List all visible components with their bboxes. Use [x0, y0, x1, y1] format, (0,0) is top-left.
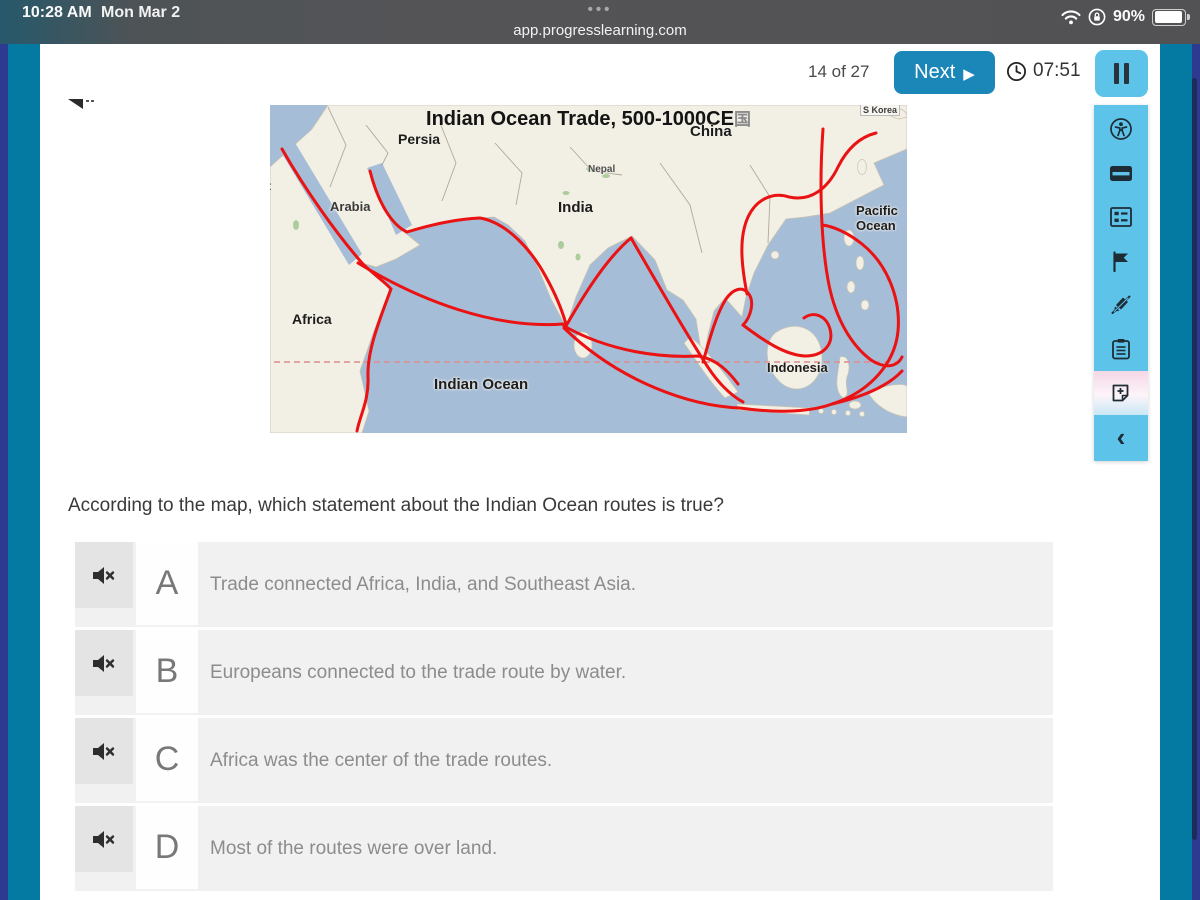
timer: 07:51 — [1006, 60, 1081, 82]
map-label-india: India — [558, 199, 594, 216]
pause-icon — [1114, 63, 1119, 84]
address-bar-url[interactable]: app.progresslearning.com — [0, 22, 1200, 39]
answer-text: Trade connected Africa, India, and South… — [210, 573, 637, 595]
answer-row-d[interactable]: D Most of the routes were over land. — [75, 806, 1053, 891]
answer-text: Africa was the center of the trade route… — [210, 749, 553, 771]
clipboard-icon — [1112, 339, 1130, 360]
form-list-icon — [1110, 207, 1132, 227]
accessibility-tool-button[interactable] — [1094, 107, 1148, 151]
next-button-label: Next — [914, 61, 956, 83]
map-label-china: China — [690, 123, 732, 140]
wifi-icon — [1061, 10, 1081, 25]
flag-icon — [1113, 250, 1128, 272]
chevron-left-icon: ‹ — [1116, 422, 1126, 452]
answer-row-a[interactable]: A Trade connected Africa, India, and Sou… — [75, 542, 1053, 627]
map-label-indian-ocean: Indian Ocean — [434, 376, 529, 393]
mute-audio-button[interactable] — [75, 630, 133, 696]
map-cjk-label: 国 — [733, 110, 751, 129]
answer-row-c[interactable]: C Africa was the center of the trade rou… — [75, 718, 1053, 803]
map-label-africa: Africa — [292, 311, 332, 327]
notepad-button[interactable] — [1094, 327, 1148, 371]
map-label-s-korea: S Korea — [860, 105, 901, 116]
add-note-button[interactable] — [1094, 371, 1148, 415]
battery-icon — [1152, 8, 1190, 26]
answer-options: A Trade connected Africa, India, and Sou… — [75, 542, 1053, 894]
accessibility-icon — [1110, 118, 1132, 140]
map-label-arabia: Arabia — [330, 199, 371, 214]
collapse-sidebar-button[interactable]: ‹ — [1094, 415, 1148, 459]
battery-percent: 90% — [1112, 8, 1145, 25]
reference-sheet-button[interactable] — [1094, 195, 1148, 239]
pause-button[interactable] — [1095, 50, 1148, 97]
rotation-lock-icon — [1088, 8, 1106, 26]
answer-eliminator-button[interactable] — [1094, 151, 1148, 195]
highlighter-off-button[interactable] — [1094, 283, 1148, 327]
question-text: According to the map, which statement ab… — [68, 495, 724, 516]
play-arrow-icon: ▶ — [963, 65, 975, 83]
map-label-cutoff: t — [270, 179, 271, 193]
status-bar: 10:28 AM Mon Mar 2 ••• app.progresslearn… — [0, 0, 1200, 44]
page-border-left-outer — [0, 44, 8, 900]
page-border-left — [8, 44, 40, 900]
answer-text: Most of the routes were over land. — [210, 837, 498, 859]
add-note-icon — [1112, 384, 1128, 401]
tools-sidebar: ‹ — [1094, 105, 1148, 461]
flag-question-button[interactable] — [1094, 239, 1148, 283]
highlighter-slash-icon — [1111, 295, 1131, 314]
muted-speaker-icon — [93, 566, 115, 584]
tab-overview-dots[interactable]: ••• — [0, 1, 1200, 18]
map-label-pacific-ocean: Pacific Ocean — [856, 203, 898, 233]
map-label-persia: Persia — [398, 131, 441, 147]
page-border-right — [1160, 44, 1192, 900]
strike-rectangle-icon — [1110, 165, 1132, 181]
muted-speaker-icon — [93, 830, 115, 848]
clock-icon — [1006, 61, 1027, 81]
mute-audio-button[interactable] — [75, 718, 133, 784]
answer-letter: D — [136, 806, 198, 889]
answer-letter: B — [136, 630, 198, 713]
map-label-nepal: Nepal — [588, 164, 616, 175]
next-button[interactable]: Next ▶ — [894, 51, 995, 94]
answer-letter: A — [136, 542, 198, 625]
answer-text: Europeans connected to the trade route b… — [210, 661, 627, 683]
question-progress: 14 of 27 — [808, 62, 870, 81]
scrollbar-thumb[interactable] — [1192, 78, 1197, 840]
screen: 10:28 AM Mon Mar 2 ••• app.progresslearn… — [0, 0, 1200, 900]
trade-routes-map: Indian Ocean Trade, 500-1000CE国 t Persia… — [270, 105, 907, 433]
muted-speaker-icon — [93, 742, 115, 760]
mute-audio-button[interactable] — [75, 806, 133, 872]
map-title: Indian Ocean Trade, 500-1000CE国 — [426, 108, 751, 130]
corner-artifact-icon — [68, 99, 94, 109]
answer-row-b[interactable]: B Europeans connected to the trade route… — [75, 630, 1053, 715]
map-graphic — [270, 105, 907, 433]
mute-audio-button[interactable] — [75, 542, 133, 608]
timer-value: 07:51 — [1033, 60, 1081, 81]
muted-speaker-icon — [93, 654, 115, 672]
answer-letter: C — [136, 718, 198, 801]
status-indicators: 90% — [1061, 5, 1190, 29]
map-label-indonesia: Indonesia — [767, 360, 828, 375]
